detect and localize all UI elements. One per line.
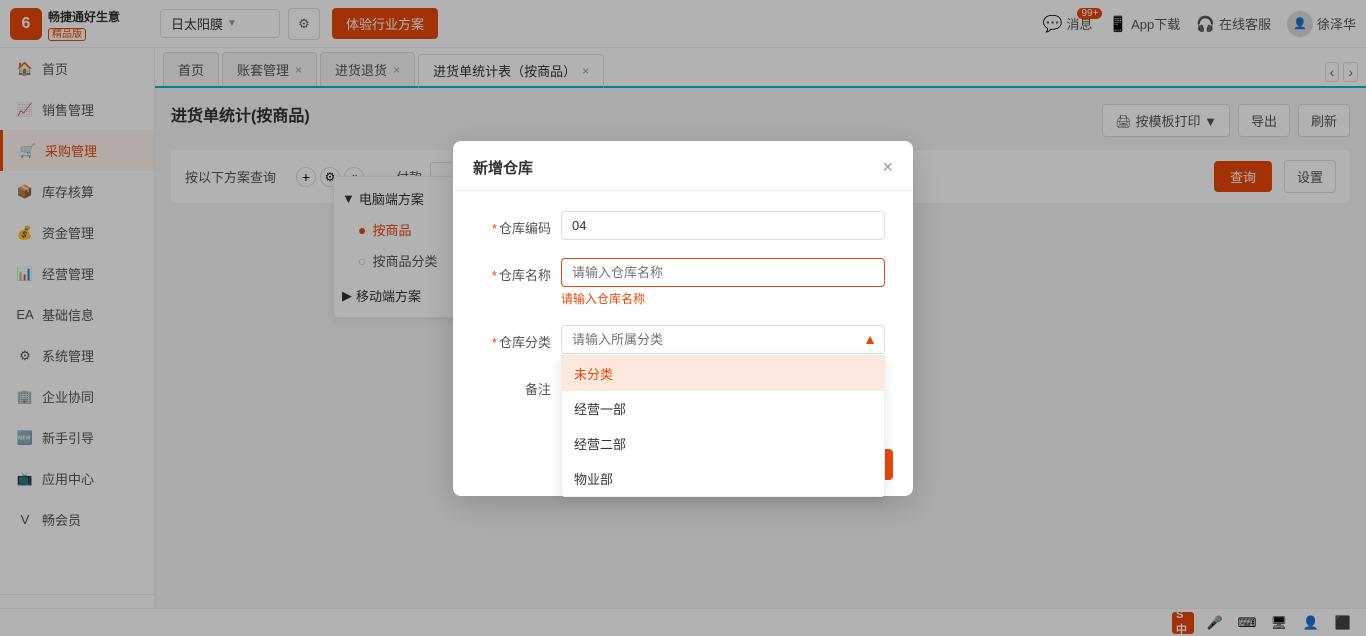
warehouse-name-wrap: 请输入仓库名称 <box>561 258 885 307</box>
warehouse-category-row: *仓库分类 ▲ 未分类经营一部经营二部物业部 <box>481 325 885 354</box>
dialog-header: 新增仓库 × <box>453 141 913 191</box>
dialog-overlay: 新增仓库 × *仓库编码 *仓库名称 请输入仓库名称 <box>0 0 1366 636</box>
category-dropdown: 未分类经营一部经营二部物业部 <box>561 355 885 497</box>
dropdown-item[interactable]: 经营二部 <box>562 426 884 461</box>
warehouse-code-row: *仓库编码 <box>481 211 885 240</box>
warehouse-category-input[interactable] <box>561 325 885 354</box>
dropdown-item[interactable]: 经营一部 <box>562 391 884 426</box>
dialog-close-button[interactable]: × <box>882 157 893 178</box>
warehouse-note-label: 备注 <box>481 372 551 398</box>
warehouse-code-label: *仓库编码 <box>481 211 551 237</box>
warehouse-name-input[interactable] <box>561 258 885 287</box>
category-toggle-button[interactable]: ▲ <box>863 331 877 347</box>
dropdown-item[interactable]: 物业部 <box>562 461 884 496</box>
warehouse-name-row: *仓库名称 请输入仓库名称 <box>481 258 885 307</box>
warehouse-category-label: *仓库分类 <box>481 325 551 351</box>
warehouse-name-label: *仓库名称 <box>481 258 551 284</box>
warehouse-name-error: 请输入仓库名称 <box>561 290 885 307</box>
warehouse-code-wrap <box>561 211 885 240</box>
dialog-title: 新增仓库 <box>473 157 533 178</box>
category-input-wrapper: ▲ <box>561 325 885 354</box>
warehouse-code-input[interactable] <box>561 211 885 240</box>
dropdown-item[interactable]: 未分类 <box>562 356 884 391</box>
dialog-body: *仓库编码 *仓库名称 请输入仓库名称 *仓库分类 <box>453 191 913 439</box>
warehouse-category-wrap: ▲ 未分类经营一部经营二部物业部 <box>561 325 885 354</box>
add-warehouse-dialog: 新增仓库 × *仓库编码 *仓库名称 请输入仓库名称 <box>453 141 913 496</box>
